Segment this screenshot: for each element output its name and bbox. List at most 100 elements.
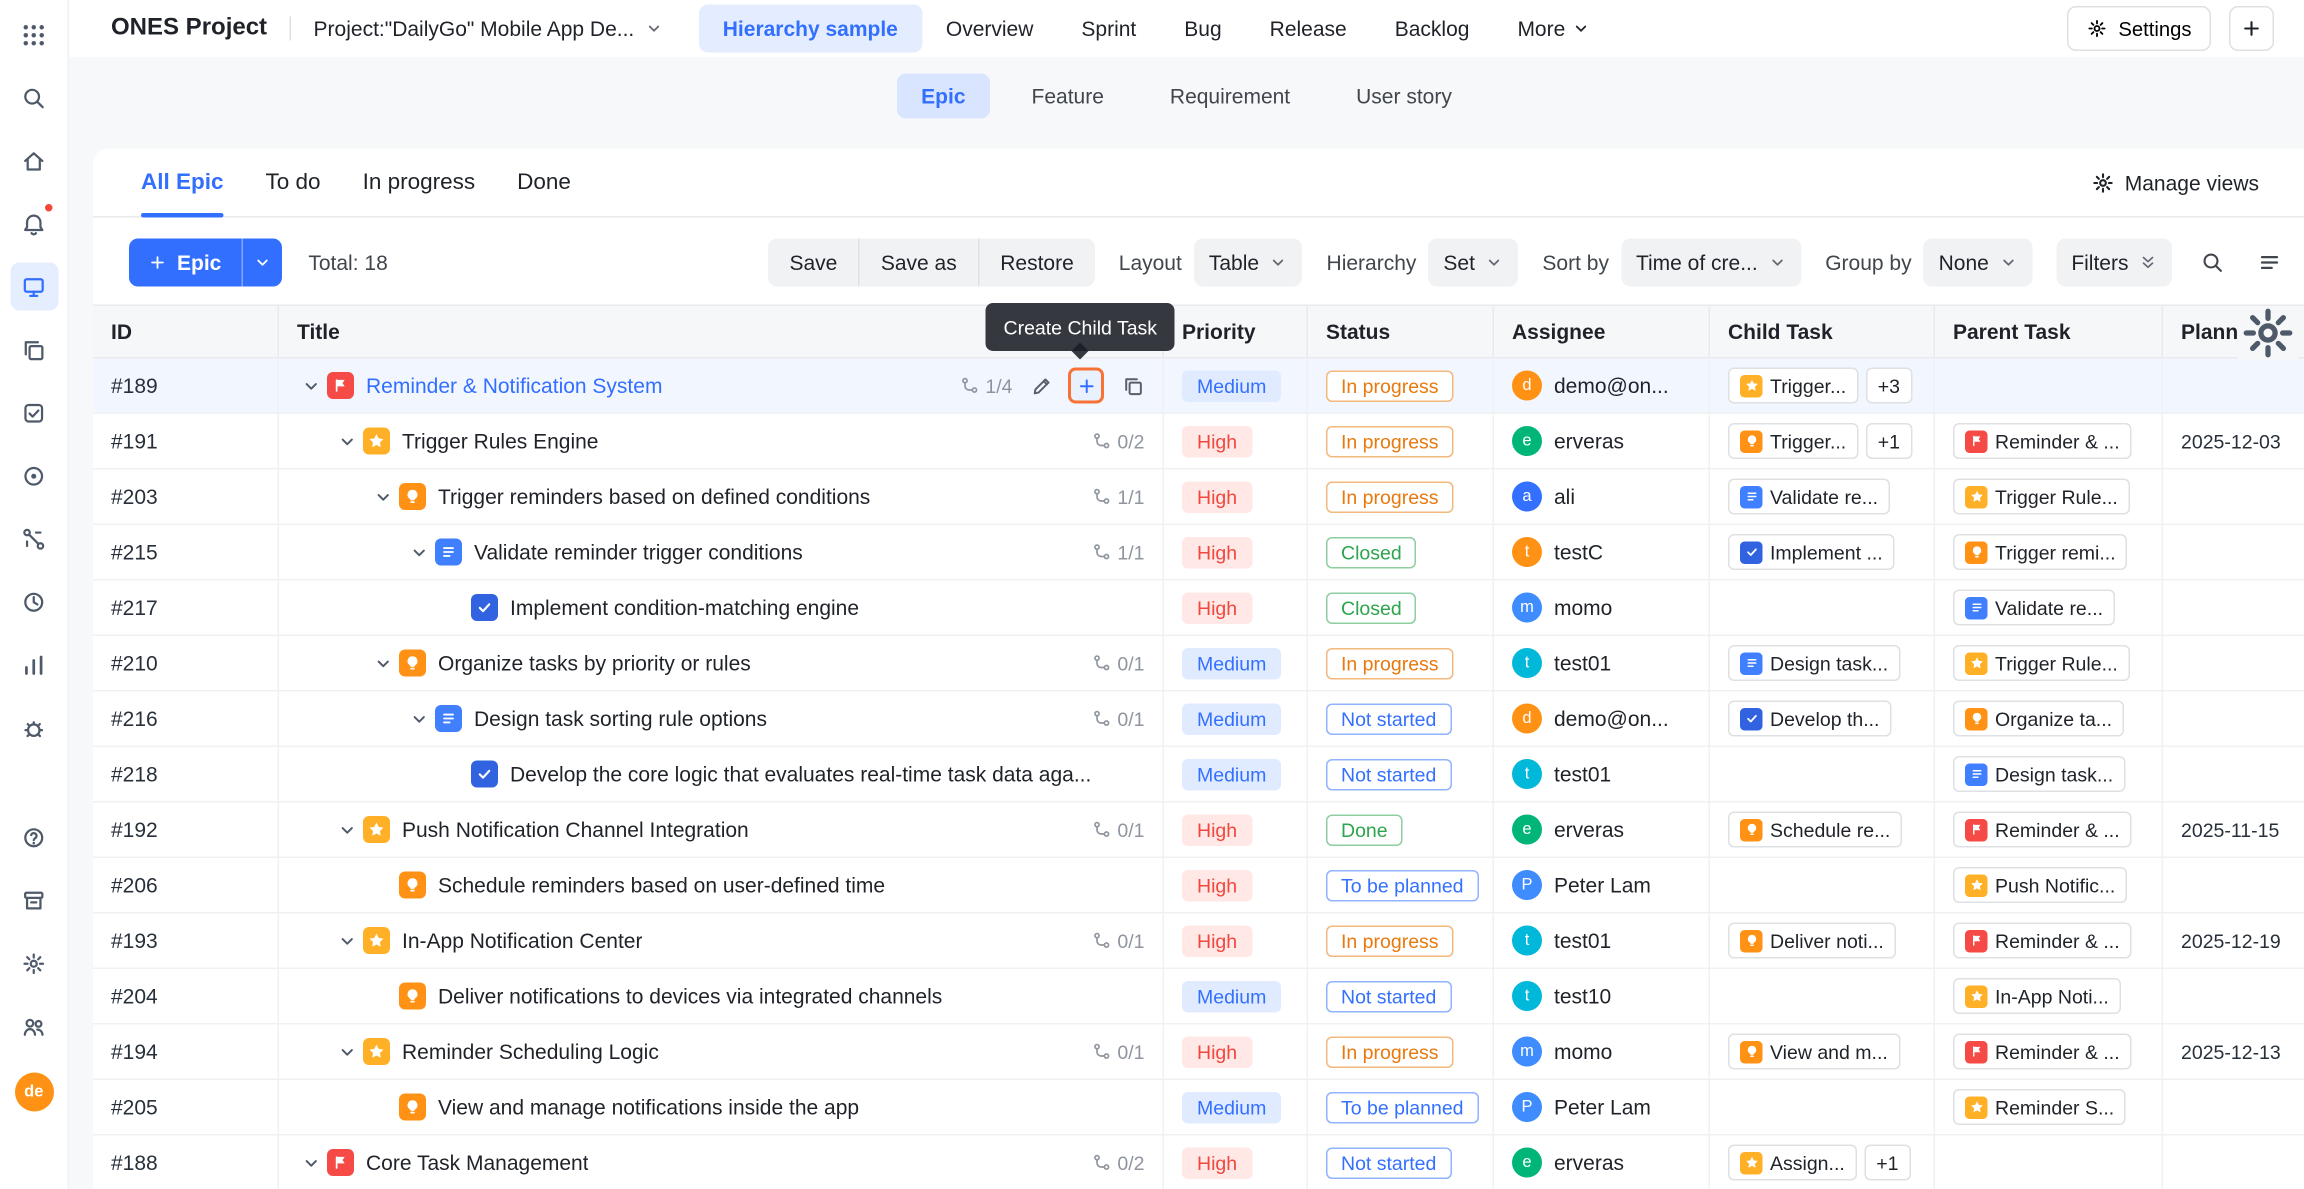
expand-chevron-icon[interactable] [297, 376, 324, 396]
create-epic-dropdown[interactable] [242, 239, 281, 287]
assignee[interactable]: t test10 [1512, 981, 1611, 1011]
priority-badge[interactable]: High [1182, 869, 1253, 901]
expand-chevron-icon[interactable] [405, 709, 432, 729]
parent-task-chip[interactable]: Trigger remi... [1953, 534, 2128, 570]
project-selector[interactable]: Project:"DailyGo" Mobile App De... [314, 17, 663, 41]
view-tab-done[interactable]: Done [517, 149, 571, 217]
table-row-192[interactable]: #192 Push Notification Channel Integratio… [93, 802, 2304, 858]
expand-chevron-icon[interactable] [333, 931, 360, 951]
child-task-chip[interactable]: Schedule re... [1728, 811, 1903, 848]
status-badge[interactable]: In progress [1326, 369, 1454, 402]
assignee[interactable]: e erveras [1512, 814, 1624, 845]
nav-item-bug[interactable]: Bug [1160, 5, 1245, 53]
expand-chevron-icon[interactable] [333, 1042, 360, 1062]
issue-title[interactable]: View and manage notifications inside the… [438, 1095, 859, 1119]
table-row-216[interactable]: #216 Design task sorting rule options 0/1 M… [93, 691, 2304, 747]
status-badge[interactable]: In progress [1326, 1035, 1454, 1068]
sidebar-item-tasks[interactable] [10, 389, 58, 437]
status-badge[interactable]: To be planned [1326, 869, 1479, 901]
status-badge[interactable]: In progress [1326, 425, 1454, 457]
column-header-child-task[interactable]: Child Task [1710, 306, 1935, 357]
sort-select[interactable]: Time of cre... [1620, 238, 1802, 287]
sidebar-item-notifications[interactable] [10, 200, 58, 248]
sidebar-item-apps-grid[interactable] [10, 11, 58, 59]
status-badge[interactable]: Done [1326, 813, 1403, 846]
priority-badge[interactable]: Medium [1182, 702, 1282, 735]
issue-title[interactable]: Push Notification Channel Integration [402, 818, 749, 842]
child-task-chip[interactable]: Trigger... [1728, 367, 1859, 404]
issue-title[interactable]: Schedule reminders based on user-defined… [438, 873, 885, 897]
parent-task-chip[interactable]: Trigger Rule... [1953, 478, 2130, 515]
sidebar-item-help[interactable] [10, 813, 58, 861]
priority-badge[interactable]: Medium [1182, 647, 1282, 679]
issue-title[interactable]: In-App Notification Center [402, 929, 642, 953]
filters-button[interactable]: Filters [2056, 238, 2172, 287]
table-row-188[interactable]: #188 Core Task Management 0/2 High Not start… [93, 1135, 2304, 1189]
status-badge[interactable]: In progress [1326, 480, 1454, 513]
table-row-205[interactable]: #205 View and manage notifications inside… [93, 1080, 2304, 1136]
more-count-chip[interactable]: +1 [1865, 423, 1912, 459]
group-select[interactable]: None [1923, 238, 2033, 287]
edit-icon[interactable] [1031, 374, 1054, 397]
parent-task-chip[interactable]: Trigger Rule... [1953, 645, 2130, 681]
child-task-chip[interactable]: Trigger... [1728, 423, 1859, 459]
table-row-215[interactable]: #215 Validate reminder trigger conditions… [93, 525, 2304, 581]
assignee[interactable]: a ali [1512, 481, 1575, 512]
sidebar-item-members[interactable] [10, 1002, 58, 1050]
child-task-chip[interactable]: Develop th... [1728, 700, 1892, 737]
column-header-assignee[interactable]: Assignee [1494, 306, 1710, 357]
assignee[interactable]: m momo [1512, 1036, 1612, 1067]
expand-chevron-icon[interactable] [369, 653, 396, 673]
column-header-status[interactable]: Status [1308, 306, 1494, 357]
parent-task-chip[interactable]: Reminder & ... [1953, 423, 2132, 459]
expand-chevron-icon[interactable] [369, 487, 396, 507]
assignee[interactable]: t test01 [1512, 925, 1611, 956]
status-badge[interactable]: Not started [1326, 1146, 1452, 1179]
status-badge[interactable]: Not started [1326, 702, 1452, 735]
view-tab-all-epic[interactable]: All Epic [141, 149, 224, 217]
settings-button[interactable]: Settings [2067, 6, 2211, 51]
assignee[interactable]: d demo@on... [1512, 703, 1669, 734]
parent-task-chip[interactable]: Reminder S... [1953, 1089, 2127, 1125]
priority-badge[interactable]: Medium [1182, 758, 1282, 790]
parent-task-chip[interactable]: Reminder & ... [1953, 922, 2132, 959]
expand-chevron-icon[interactable] [297, 1153, 324, 1173]
table-row-191[interactable]: #191 Trigger Rules Engine 0/2 High In progre… [93, 414, 2304, 470]
priority-badge[interactable]: Medium [1182, 980, 1282, 1012]
more-count-chip[interactable]: +3 [1865, 367, 1912, 404]
create-epic-button[interactable]: Epic [129, 238, 282, 287]
issue-title[interactable]: Validate reminder trigger conditions [474, 540, 803, 564]
expand-chevron-icon[interactable] [405, 542, 432, 562]
create-child-task-button[interactable] [1068, 367, 1104, 404]
issue-title[interactable]: Trigger Rules Engine [402, 429, 599, 453]
assignee[interactable]: t test01 [1512, 759, 1611, 789]
column-header-parent-task[interactable]: Parent Task [1935, 306, 2163, 357]
issue-title[interactable]: Trigger reminders based on defined condi… [438, 485, 870, 509]
sidebar-item-bug[interactable] [10, 704, 58, 752]
issue-title[interactable]: Develop the core logic that evaluates re… [510, 762, 1091, 786]
search-button[interactable] [2190, 240, 2235, 285]
copy-icon[interactable] [1122, 374, 1145, 397]
child-task-chip[interactable]: Implement ... [1728, 534, 1895, 570]
sidebar-item-home[interactable] [10, 137, 58, 185]
issue-title[interactable]: Reminder Scheduling Logic [402, 1040, 659, 1064]
issue-title[interactable]: Core Task Management [366, 1151, 589, 1175]
sidebar-item-workflow[interactable] [10, 515, 58, 563]
manage-views-button[interactable]: Manage views [2090, 170, 2259, 194]
expand-chevron-icon[interactable] [333, 820, 360, 840]
nav-item-more[interactable]: More [1493, 5, 1613, 53]
table-row-210[interactable]: #210 Organize tasks by priority or rules 0… [93, 636, 2304, 692]
child-task-chip[interactable]: View and m... [1728, 1033, 1900, 1070]
table-row-189[interactable]: #189 Reminder & Notification System 1/4 Med… [93, 358, 2304, 414]
create-epic-main[interactable]: Epic [129, 238, 243, 287]
layout-select[interactable]: Table [1193, 238, 1303, 287]
status-badge[interactable]: In progress [1326, 924, 1454, 957]
sidebar-item-pages[interactable] [10, 326, 58, 374]
priority-badge[interactable]: High [1182, 591, 1253, 624]
table-row-193[interactable]: #193 In-App Notification Center 0/1 High In … [93, 913, 2304, 969]
table-row-204[interactable]: #204 Deliver notifications to devices via… [93, 969, 2304, 1025]
priority-badge[interactable]: High [1182, 425, 1253, 457]
table-row-194[interactable]: #194 Reminder Scheduling Logic 0/1 High In p… [93, 1024, 2304, 1080]
priority-badge[interactable]: High [1182, 1146, 1253, 1179]
issue-title[interactable]: Implement condition-matching engine [510, 596, 859, 620]
